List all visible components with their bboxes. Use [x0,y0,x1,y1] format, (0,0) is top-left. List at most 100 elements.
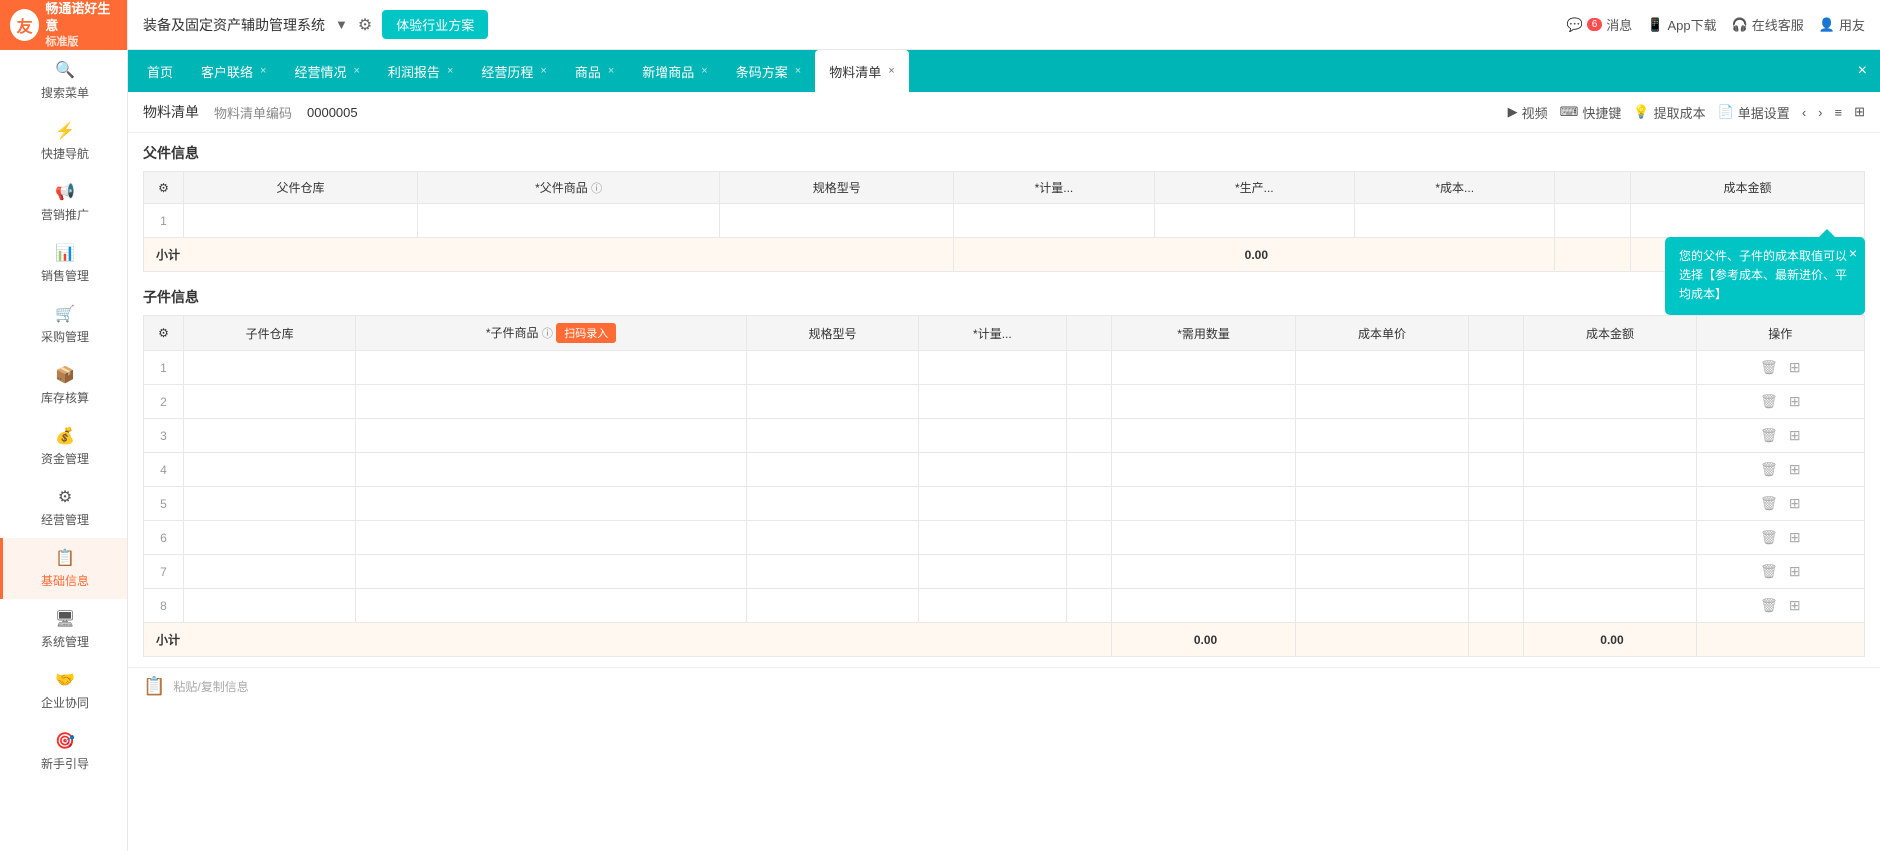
tab-close-icon[interactable]: × [540,65,546,77]
child-warehouse-cell[interactable] [184,521,356,555]
child-product-cell[interactable] [356,589,747,623]
child-warehouse-cell[interactable] [184,589,356,623]
parent-unit-cell[interactable] [954,204,1154,238]
settings-action[interactable]: 📄 单据设置 [1718,103,1790,122]
child-product-cell[interactable] [356,385,747,419]
parent-cost-cell[interactable] [1355,204,1555,238]
copy-icon[interactable]: ⊞ [1786,563,1804,580]
tab-首页[interactable]: 首页 [133,50,187,92]
online-service-btn[interactable]: 🎧 在线客服 [1732,15,1804,34]
scan-button[interactable]: 扫码录入 [556,323,616,343]
child-unit-cost-cell[interactable] [1296,351,1468,385]
copy-icon[interactable]: ⊞ [1786,393,1804,410]
sidebar-item-sales[interactable]: 📊销售管理 [0,233,127,294]
tab-条码方案[interactable]: 条码方案× [722,50,815,92]
tab-close-icon[interactable]: × [447,65,453,77]
child-unit-cost-cell[interactable] [1296,385,1468,419]
child-unit-cost-cell[interactable] [1296,589,1468,623]
sidebar-item-guide[interactable]: 🎯新手引导 [0,721,127,782]
child-unit-cell[interactable] [919,385,1067,419]
tab-商品[interactable]: 商品× [561,50,628,92]
parent-col-settings[interactable]: ⚙ [144,172,184,204]
tab-经营情况[interactable]: 经营情况× [280,50,373,92]
child-spec-cell[interactable] [746,589,918,623]
child-qty-cell[interactable] [1111,589,1296,623]
child-warehouse-cell[interactable] [184,385,356,419]
sidebar-item-inventory[interactable]: 📦库存核算 [0,355,127,416]
child-qty-cell[interactable] [1111,453,1296,487]
app-download-btn[interactable]: 📱 App下载 [1647,15,1716,34]
child-col-settings[interactable]: ⚙ [144,316,184,351]
delete-icon[interactable]: 🗑 [1757,359,1781,376]
tab-close-icon[interactable]: × [608,65,614,77]
sidebar-item-finance[interactable]: 💰资金管理 [0,416,127,477]
shortcut-action[interactable]: ⌨ 快捷键 [1560,103,1622,122]
child-spec-cell[interactable] [746,521,918,555]
child-spec-cell[interactable] [746,385,918,419]
child-unit-cell[interactable] [919,521,1067,555]
sidebar-item-cooperation[interactable]: 🤝企业协同 [0,660,127,721]
sidebar-item-operation[interactable]: ⚙经营管理 [0,477,127,538]
sidebar-item-quick[interactable]: ⚡快捷导航 [0,111,127,172]
child-unit-cell[interactable] [919,453,1067,487]
parent-warehouse-cell[interactable] [184,204,418,238]
tab-close-icon[interactable]: × [795,65,801,77]
child-qty-cell[interactable] [1111,351,1296,385]
child-spec-cell[interactable] [746,453,918,487]
tab-经营历程[interactable]: 经营历程× [467,50,560,92]
child-unit-cost-cell[interactable] [1296,555,1468,589]
child-unit-cost-cell[interactable] [1296,419,1468,453]
tab-利润报告[interactable]: 利润报告× [374,50,467,92]
parent-spec-cell[interactable] [720,204,954,238]
child-unit-cost-cell[interactable] [1296,521,1468,555]
tab-客户联络[interactable]: 客户联络× [187,50,280,92]
delete-icon[interactable]: 🗑 [1757,393,1781,410]
child-spec-cell[interactable] [746,419,918,453]
sidebar-item-search[interactable]: 🔍搜索菜单 [0,50,127,111]
copy-icon[interactable]: ⊞ [1786,461,1804,478]
nav-prev[interactable]: ‹ [1802,105,1806,120]
child-spec-cell[interactable] [746,487,918,521]
copy-icon[interactable]: ⊞ [1786,427,1804,444]
tab-close-icon[interactable]: × [353,65,359,77]
child-warehouse-cell[interactable] [184,351,356,385]
delete-icon[interactable]: 🗑 [1757,597,1781,614]
child-unit-cell[interactable] [919,555,1067,589]
child-product-cell[interactable] [356,521,747,555]
video-action[interactable]: ▶ 视频 [1508,103,1548,122]
delete-icon[interactable]: 🗑 [1757,495,1781,512]
delete-icon[interactable]: 🗑 [1757,563,1781,580]
tooltip-close-btn[interactable]: × [1849,242,1857,264]
system-dropdown[interactable]: ▼ [335,17,348,32]
tab-close-icon[interactable]: × [888,65,894,77]
child-warehouse-cell[interactable] [184,453,356,487]
child-unit-cell[interactable] [919,351,1067,385]
sidebar-item-purchase[interactable]: 🛒采购管理 [0,294,127,355]
child-qty-cell[interactable] [1111,555,1296,589]
parent-product-cell[interactable] [417,204,719,238]
child-qty-cell[interactable] [1111,419,1296,453]
sidebar-item-basic[interactable]: 📋基础信息 [0,538,127,599]
delete-icon[interactable]: 🗑 [1757,427,1781,444]
nav-next[interactable]: › [1818,105,1822,120]
child-spec-cell[interactable] [746,555,918,589]
child-unit-cost-cell[interactable] [1296,487,1468,521]
parent-production-cell[interactable] [1154,204,1354,238]
child-unit-cell[interactable] [919,487,1067,521]
expand-action[interactable]: ⊞ [1854,104,1865,120]
cost-action[interactable]: 💡 提取成本 [1633,103,1705,122]
child-spec-cell[interactable] [746,351,918,385]
child-unit-cell[interactable] [919,419,1067,453]
tabbar-close-btn[interactable]: × [1850,62,1875,80]
copy-icon[interactable]: ⊞ [1786,529,1804,546]
settings-icon[interactable]: ⚙ [358,15,372,35]
child-warehouse-cell[interactable] [184,487,356,521]
trial-button[interactable]: 体验行业方案 [382,10,488,39]
child-product-cell[interactable] [356,351,747,385]
child-unit-cost-cell[interactable] [1296,453,1468,487]
sidebar-item-system[interactable]: 🖥系统管理 [0,599,127,660]
child-unit-cell[interactable] [919,589,1067,623]
message-btn[interactable]: 💬 6 消息 [1567,15,1633,34]
child-product-cell[interactable] [356,419,747,453]
child-qty-cell[interactable] [1111,385,1296,419]
